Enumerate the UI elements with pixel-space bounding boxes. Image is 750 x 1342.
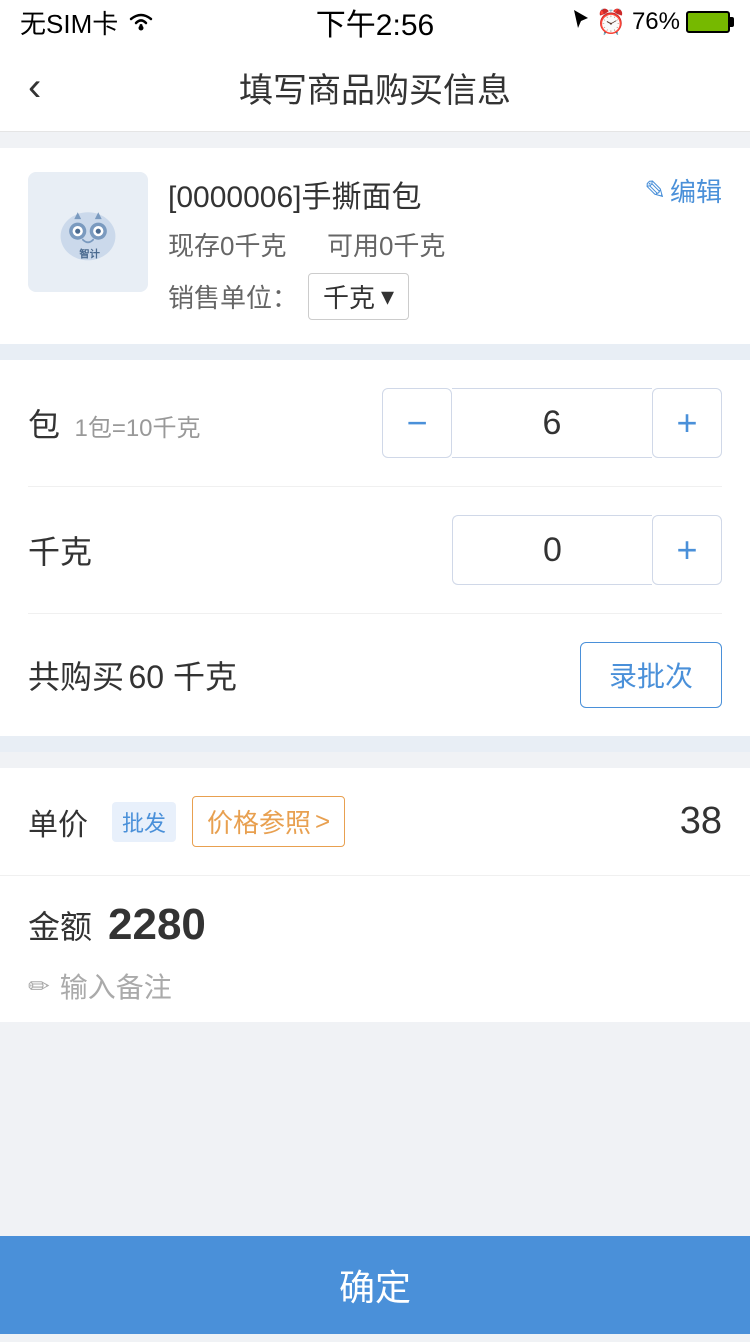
kg-label-group: 千克 (28, 527, 92, 573)
product-unit-row: 销售单位： 千克 ▾ (168, 273, 722, 320)
product-stock: 现存0千克 可用0千克 (168, 226, 722, 263)
note-placeholder: 输入备注 (60, 966, 172, 1006)
batch-button[interactable]: 录批次 (580, 642, 722, 708)
status-bar: 无SIM卡 下午2:56 ⏰ 76% (0, 0, 750, 44)
product-info: [0000006]手撕面包 ✎ 编辑 现存0千克 可用0千克 销售单位： 千克 … (168, 172, 722, 320)
kg-quantity-input[interactable] (452, 515, 652, 585)
summary-label: 共购买 (28, 659, 124, 695)
location-icon (572, 8, 590, 37)
amount-label: 金额 (28, 902, 92, 948)
status-time: 下午2:56 (316, 0, 434, 44)
confirm-label: 确定 (339, 1259, 411, 1311)
summary-amount: 60 (128, 659, 172, 695)
wifi-icon (126, 7, 156, 38)
package-quantity-input[interactable] (452, 388, 652, 458)
available-label: 可用0千克 (327, 231, 445, 261)
kg-quantity-control: + (452, 515, 722, 585)
edit-button[interactable]: ✎ 编辑 (644, 172, 722, 209)
price-value: 38 (680, 800, 722, 843)
kg-label: 千克 (28, 534, 92, 570)
status-right: ⏰ 76% (572, 8, 730, 37)
product-card: 智计 [0000006]手撕面包 ✎ 编辑 现存0千克 可用0千克 销售单位： … (0, 148, 750, 344)
amount-row: 金额 2280 (28, 900, 722, 950)
quantity-section: 包 1包=10千克 − + 千克 + (0, 360, 750, 614)
unit-label: 销售单位： (168, 278, 298, 315)
svg-text:智计: 智计 (79, 248, 100, 261)
price-label: 单价 (28, 800, 88, 844)
package-minus-button[interactable]: − (382, 388, 452, 458)
kg-quantity-row: 千克 + (28, 487, 722, 614)
package-hint: 1包=10千克 (74, 415, 200, 442)
unit-value: 千克 (323, 278, 375, 315)
price-section: 单价 批发 价格参照 > 38 (0, 768, 750, 875)
back-button[interactable]: ‹ (28, 65, 41, 110)
battery-percent: 76% (632, 8, 680, 36)
amount-value: 2280 (108, 900, 206, 950)
alarm-icon: ⏰ (596, 8, 626, 37)
edit-label: 编辑 (670, 172, 722, 209)
amount-section: 金额 2280 ✏ 输入备注 (0, 875, 750, 1022)
batch-tag: 批发 (112, 802, 176, 842)
edit-icon: ✎ (644, 175, 666, 206)
package-quantity-control: − + (382, 388, 722, 458)
section-divider-1 (0, 344, 750, 360)
battery-icon (686, 11, 730, 33)
stock-spacer (294, 231, 320, 261)
note-row[interactable]: ✏ 输入备注 (28, 966, 722, 1006)
stock-label: 现存0千克 (168, 231, 286, 261)
status-left: 无SIM卡 (20, 4, 156, 41)
product-name: [0000006]手撕面包 (168, 172, 644, 216)
carrier-text: 无SIM卡 (20, 4, 118, 41)
note-icon: ✏ (28, 971, 50, 1002)
product-image: 智计 (28, 172, 148, 292)
price-ref-arrow: > (315, 806, 330, 837)
price-ref-label: 价格参照 (207, 803, 311, 840)
package-plus-button[interactable]: + (652, 388, 722, 458)
price-ref-button[interactable]: 价格参照 > (192, 796, 345, 847)
kg-plus-button[interactable]: + (652, 515, 722, 585)
price-row: 单价 批发 价格参照 > 38 (28, 796, 722, 847)
package-label-group: 包 1包=10千克 (28, 400, 201, 446)
summary-unit: 千克 (173, 659, 237, 695)
summary-row: 共购买 60 千克 录批次 (0, 614, 750, 736)
package-quantity-row: 包 1包=10千克 − + (28, 360, 722, 487)
package-label: 包 (28, 407, 60, 443)
page-header: ‹ 填写商品购买信息 (0, 44, 750, 132)
section-divider-2 (0, 736, 750, 752)
dropdown-icon: ▾ (381, 281, 394, 312)
product-name-row: [0000006]手撕面包 ✎ 编辑 (168, 172, 722, 216)
confirm-button[interactable]: 确定 (0, 1236, 750, 1334)
unit-selector[interactable]: 千克 ▾ (308, 273, 409, 320)
page-title: 填写商品购买信息 (239, 63, 511, 112)
summary-text: 共购买 60 千克 (28, 652, 237, 698)
